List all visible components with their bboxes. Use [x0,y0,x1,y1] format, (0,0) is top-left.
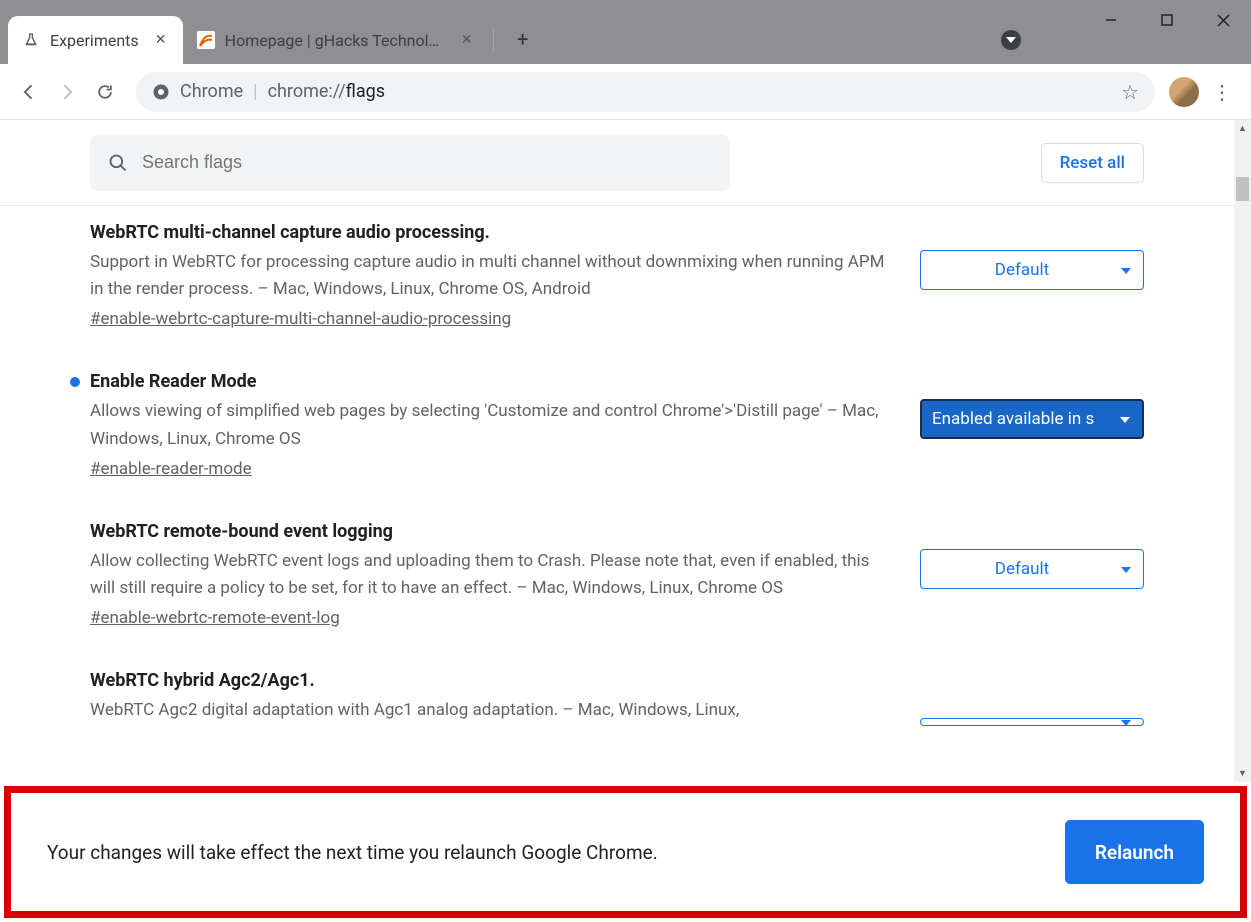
new-tab-button[interactable]: + [508,24,538,54]
tab-strip: Experiments ✕ Homepage | gHacks Technolo… [0,16,538,64]
flag-description: Allows viewing of simplified web pages b… [90,398,896,452]
flag-title: WebRTC multi-channel capture audio proce… [90,222,896,243]
tab-divider [493,28,494,52]
reset-all-button[interactable]: Reset all [1041,143,1144,183]
flags-header: Reset all [0,120,1234,206]
bookmark-icon[interactable]: ☆ [1121,80,1139,104]
window-controls [1083,0,1251,40]
tab-title: Homepage | gHacks Technology [225,31,445,50]
close-window-button[interactable] [1195,0,1251,40]
scroll-track[interactable] [1234,137,1251,765]
flag-select[interactable] [920,718,1144,726]
chrome-icon [152,83,170,101]
scroll-down-icon[interactable]: ▼ [1234,765,1251,782]
vertical-scrollbar[interactable]: ▲ ▼ [1234,120,1251,782]
relaunch-banner: Your changes will take effect the next t… [4,786,1247,918]
tab-title: Experiments [50,31,139,50]
close-icon[interactable]: ✕ [153,32,169,48]
flag-select[interactable]: Default [920,250,1144,290]
flag-row: Enable Reader Mode Allows viewing of sim… [90,353,1144,502]
page-content: Reset all WebRTC multi-channel capture a… [0,120,1234,782]
flag-anchor-link[interactable]: #enable-webrtc-remote-event-log [90,608,340,628]
flag-anchor-link[interactable]: #enable-reader-mode [90,459,252,479]
relaunch-message: Your changes will take effect the next t… [47,841,658,864]
chrome-menu-button[interactable]: ⋮ [1203,73,1241,111]
relaunch-button[interactable]: Relaunch [1065,820,1204,884]
flag-description: Support in WebRTC for processing capture… [90,249,896,303]
scroll-thumb[interactable] [1236,177,1249,201]
search-icon [108,153,128,173]
address-bar[interactable]: Chrome | chrome://flags ☆ [136,72,1155,112]
flag-description: WebRTC Agc2 digital adaptation with Agc1… [90,697,896,724]
search-input[interactable] [142,152,712,173]
browser-toolbar: Chrome | chrome://flags ☆ ⋮ [0,64,1251,120]
tab-ghacks[interactable]: Homepage | gHacks Technology ✕ [183,16,489,64]
search-flags-box[interactable] [90,135,730,191]
flag-title: WebRTC hybrid Agc2/Agc1. [90,670,896,691]
url-path: flags [346,81,385,102]
reload-button[interactable] [86,73,124,111]
url-separator: | [253,81,257,102]
flag-description: Allow collecting WebRTC event logs and u… [90,548,896,602]
flag-select[interactable]: Enabled available in s [920,399,1144,439]
flag-title: WebRTC remote-bound event logging [90,521,896,542]
tab-search-icon[interactable] [1001,30,1021,50]
flag-row: WebRTC hybrid Agc2/Agc1. WebRTC Agc2 dig… [90,652,1144,730]
flag-row: WebRTC multi-channel capture audio proce… [90,216,1144,353]
back-button[interactable] [10,73,48,111]
browser-titlebar: Experiments ✕ Homepage | gHacks Technolo… [0,0,1251,64]
flag-row: WebRTC remote-bound event logging Allow … [90,503,1144,652]
ghacks-icon [197,31,215,49]
minimize-button[interactable] [1083,0,1139,40]
profile-avatar[interactable] [1169,77,1199,107]
url-chip: Chrome [180,81,243,102]
forward-button[interactable] [48,73,86,111]
flag-anchor-link[interactable]: #enable-webrtc-capture-multi-channel-aud… [90,309,511,329]
url-scheme: chrome:// [268,81,346,102]
flag-title: Enable Reader Mode [90,371,896,392]
tab-experiments[interactable]: Experiments ✕ [8,16,183,64]
flask-icon [22,31,40,49]
changed-dot-icon [70,377,80,387]
close-icon[interactable]: ✕ [459,32,475,48]
scroll-up-icon[interactable]: ▲ [1234,120,1251,137]
flags-list: WebRTC multi-channel capture audio proce… [0,206,1234,730]
flag-select[interactable]: Default [920,549,1144,589]
maximize-button[interactable] [1139,0,1195,40]
